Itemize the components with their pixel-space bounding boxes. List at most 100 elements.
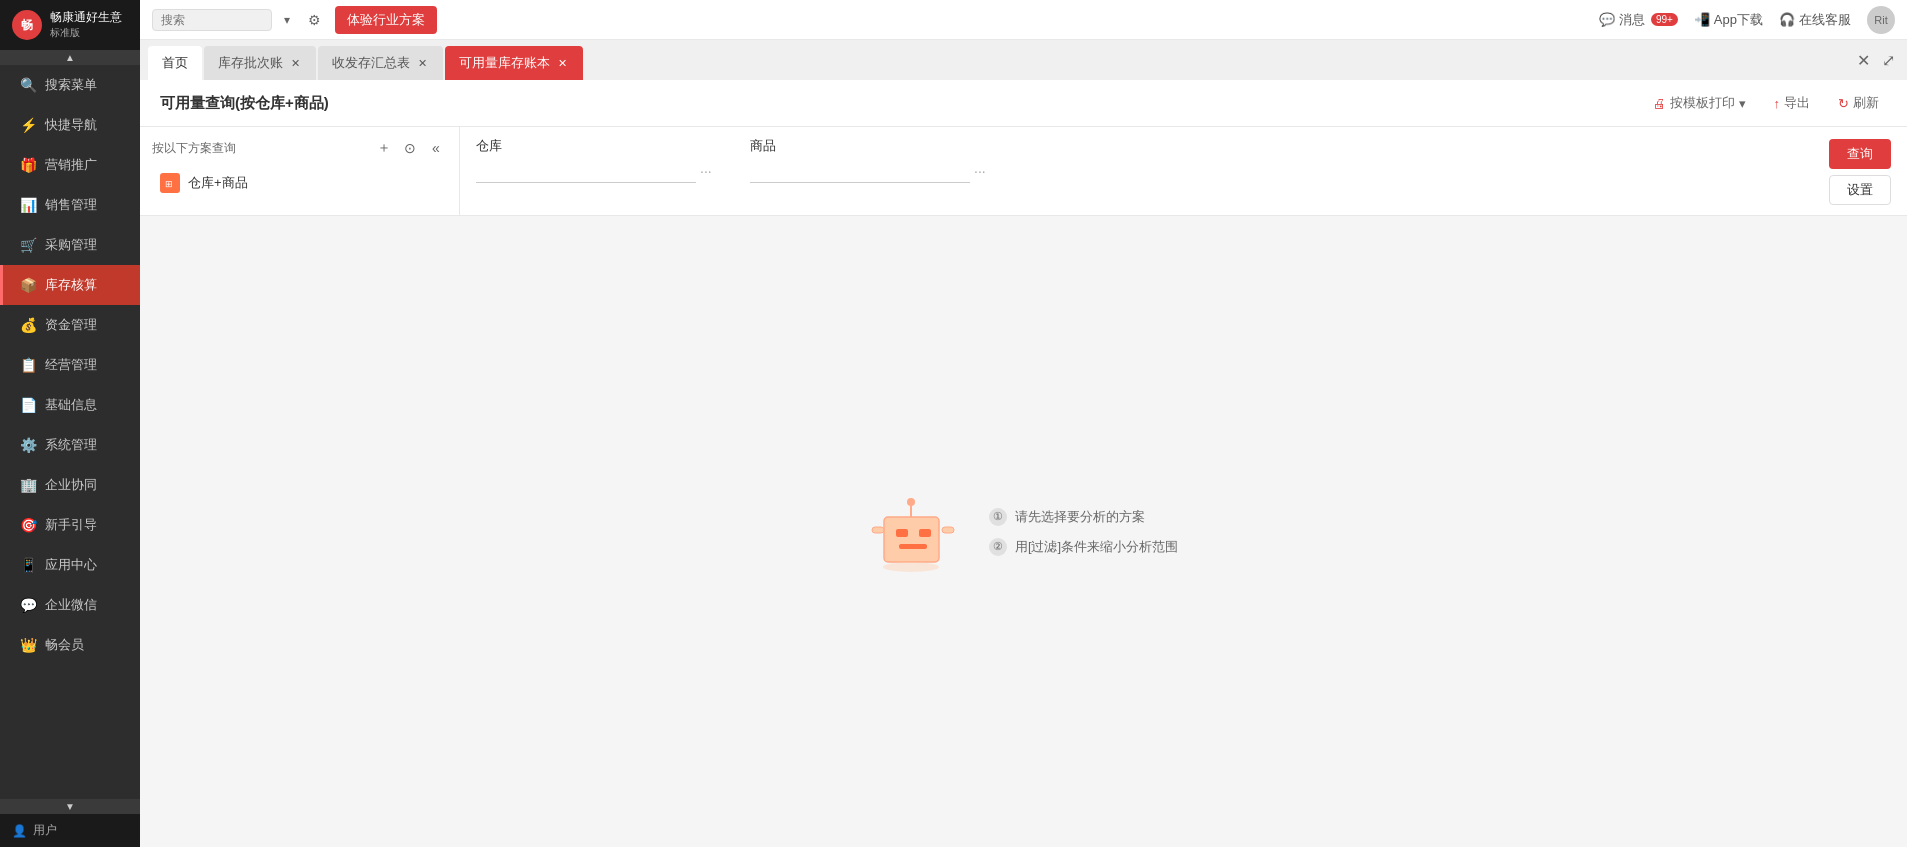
- filter-submit-actions: 查询 设置: [1829, 137, 1891, 205]
- sidebar-scroll-up[interactable]: ▲: [0, 50, 140, 65]
- filter-scheme-actions: ＋ ⊙ «: [373, 137, 447, 159]
- topbar-gear-btn[interactable]: ⚙: [302, 10, 327, 30]
- wechat-icon: 💬: [19, 596, 37, 614]
- filter-scheme-title: 按以下方案查询: [152, 140, 236, 157]
- sidebar-item-label: 搜索菜单: [45, 76, 97, 94]
- export-btn[interactable]: ↑ 导出: [1766, 90, 1819, 116]
- message-btn[interactable]: 💬 消息 99+: [1599, 11, 1678, 29]
- sidebar-item-label: 系统管理: [45, 436, 97, 454]
- topbar-dropdown-btn[interactable]: ▾: [280, 11, 294, 29]
- sidebar-item-label: 快捷导航: [45, 116, 97, 134]
- svg-rect-3: [896, 529, 908, 537]
- tab-close-all-btn[interactable]: ✕: [1853, 49, 1874, 72]
- empty-illustration: [869, 487, 959, 577]
- tab-summary-close[interactable]: ✕: [416, 57, 429, 70]
- sidebar-item-finance[interactable]: 💰 资金管理: [0, 305, 140, 345]
- chart-icon: 📊: [19, 196, 37, 214]
- sidebar-title-block: 畅康通好生意 标准版: [50, 10, 122, 40]
- warehouse-label: 仓库: [476, 137, 726, 155]
- service-btn[interactable]: 🎧 在线客服: [1779, 11, 1851, 29]
- sidebar-item-member[interactable]: 👑 畅会员: [0, 625, 140, 665]
- robot-svg: [869, 487, 959, 577]
- sidebar-item-label: 经营管理: [45, 356, 97, 374]
- crown-icon: 👑: [19, 636, 37, 654]
- sidebar-item-marketing[interactable]: 🎁 营销推广: [0, 145, 140, 185]
- step-num-2: ②: [989, 538, 1007, 556]
- collapse-scheme-btn[interactable]: «: [425, 137, 447, 159]
- tab-available[interactable]: 可用量库存账本 ✕: [445, 46, 583, 80]
- sidebar-item-system[interactable]: ⚙️ 系统管理: [0, 425, 140, 465]
- tab-available-close[interactable]: ✕: [556, 57, 569, 70]
- sidebar-item-appcenter[interactable]: 📱 应用中心: [0, 545, 140, 585]
- app-download-btn[interactable]: 📲 App下载: [1694, 11, 1763, 29]
- warehouse-input[interactable]: [476, 159, 696, 183]
- service-label: 在线客服: [1799, 11, 1851, 29]
- query-button[interactable]: 查询: [1829, 139, 1891, 169]
- sidebar-item-search[interactable]: 🔍 搜索菜单: [0, 65, 140, 105]
- target-icon: 🎯: [19, 516, 37, 534]
- scheme-option-label: 仓库+商品: [188, 174, 248, 192]
- empty-visual: ① 请先选择要分析的方案 ② 用[过滤]条件来缩小分析范围: [869, 487, 1178, 577]
- scheme-option-icon: ⊞: [160, 173, 180, 193]
- product-more-btn[interactable]: ···: [974, 163, 986, 179]
- empty-step-2: ② 用[过滤]条件来缩小分析范围: [989, 538, 1178, 556]
- sidebar-item-wechat[interactable]: 💬 企业微信: [0, 585, 140, 625]
- search-input[interactable]: [152, 9, 272, 31]
- settings-scheme-btn[interactable]: ⊙: [399, 137, 421, 159]
- filter-fields-panel: 仓库 ··· 商品 ··· 查询 设置: [460, 127, 1907, 215]
- sidebar-item-label: 基础信息: [45, 396, 97, 414]
- filter-warehouse-field: 仓库 ···: [476, 137, 726, 183]
- sidebar-item-shortcut[interactable]: ⚡ 快捷导航: [0, 105, 140, 145]
- tab-home[interactable]: 首页: [148, 46, 202, 80]
- refresh-label: 刷新: [1853, 94, 1879, 112]
- tab-batch-label: 库存批次账: [218, 54, 283, 72]
- mobile-download-icon: 📲: [1694, 12, 1710, 27]
- tab-batch[interactable]: 库存批次账 ✕: [204, 46, 316, 80]
- warehouse-input-row: ···: [476, 159, 726, 183]
- sidebar-item-sales[interactable]: 📊 销售管理: [0, 185, 140, 225]
- sidebar-item-inventory[interactable]: 📦 库存核算: [0, 265, 140, 305]
- sidebar-item-purchase[interactable]: 🛒 采购管理: [0, 225, 140, 265]
- warehouse-more-btn[interactable]: ···: [700, 163, 712, 179]
- svg-rect-4: [919, 529, 931, 537]
- sidebar-item-enterprise[interactable]: 🏢 企业协同: [0, 465, 140, 505]
- sidebar-item-label: 采购管理: [45, 236, 97, 254]
- page-title: 可用量查询(按仓库+商品): [160, 94, 329, 113]
- sidebar-item-newbie[interactable]: 🎯 新手引导: [0, 505, 140, 545]
- user-avatar[interactable]: Rit: [1867, 6, 1895, 34]
- message-icon: 💬: [1599, 12, 1615, 27]
- refresh-btn[interactable]: ↻ 刷新: [1830, 90, 1887, 116]
- app-label: App下载: [1714, 11, 1763, 29]
- tab-batch-close[interactable]: ✕: [289, 57, 302, 70]
- doc-icon: 📄: [19, 396, 37, 414]
- empty-state: ① 请先选择要分析的方案 ② 用[过滤]条件来缩小分析范围: [140, 216, 1907, 847]
- sidebar-item-label: 新手引导: [45, 516, 97, 534]
- settings-button[interactable]: 设置: [1829, 175, 1891, 205]
- empty-steps: ① 请先选择要分析的方案 ② 用[过滤]条件来缩小分析范围: [989, 508, 1178, 556]
- scheme-option-warehouse-product[interactable]: ⊞ 仓库+商品: [152, 167, 447, 199]
- product-input-row: ···: [750, 159, 1000, 183]
- tab-summary-label: 收发存汇总表: [332, 54, 410, 72]
- tab-summary[interactable]: 收发存汇总表 ✕: [318, 46, 443, 80]
- sidebar-header: 畅 畅康通好生意 标准版: [0, 0, 140, 50]
- filter-scheme-panel: 按以下方案查询 ＋ ⊙ « ⊞ 仓库+商品: [140, 127, 460, 215]
- tab-expand-btn[interactable]: ⤢: [1878, 49, 1899, 72]
- tabbar: 首页 库存批次账 ✕ 收发存汇总表 ✕ 可用量库存账本 ✕ ✕ ⤢: [140, 40, 1907, 80]
- building-icon: 🏢: [19, 476, 37, 494]
- sidebar-item-operation[interactable]: 📋 经营管理: [0, 345, 140, 385]
- inventory-icon: 📦: [19, 276, 37, 294]
- print-icon: 🖨: [1653, 96, 1666, 111]
- svg-text:⊞: ⊞: [165, 179, 173, 189]
- print-template-btn[interactable]: 🖨 按模板打印 ▾: [1645, 90, 1754, 116]
- notification-badge: 99+: [1651, 13, 1678, 26]
- sidebar-item-basic[interactable]: 📄 基础信息: [0, 385, 140, 425]
- sidebar-scroll-down[interactable]: ▼: [0, 799, 140, 814]
- filter-area: 按以下方案查询 ＋ ⊙ « ⊞ 仓库+商品: [140, 127, 1907, 216]
- add-scheme-btn[interactable]: ＋: [373, 137, 395, 159]
- trial-button[interactable]: 体验行业方案: [335, 6, 437, 34]
- sidebar-footer[interactable]: 👤 用户: [0, 814, 140, 847]
- topbar-right: 💬 消息 99+ 📲 App下载 🎧 在线客服 Rit: [1599, 6, 1895, 34]
- product-input[interactable]: [750, 159, 970, 183]
- svg-rect-8: [872, 527, 884, 533]
- sidebar-item-label: 应用中心: [45, 556, 97, 574]
